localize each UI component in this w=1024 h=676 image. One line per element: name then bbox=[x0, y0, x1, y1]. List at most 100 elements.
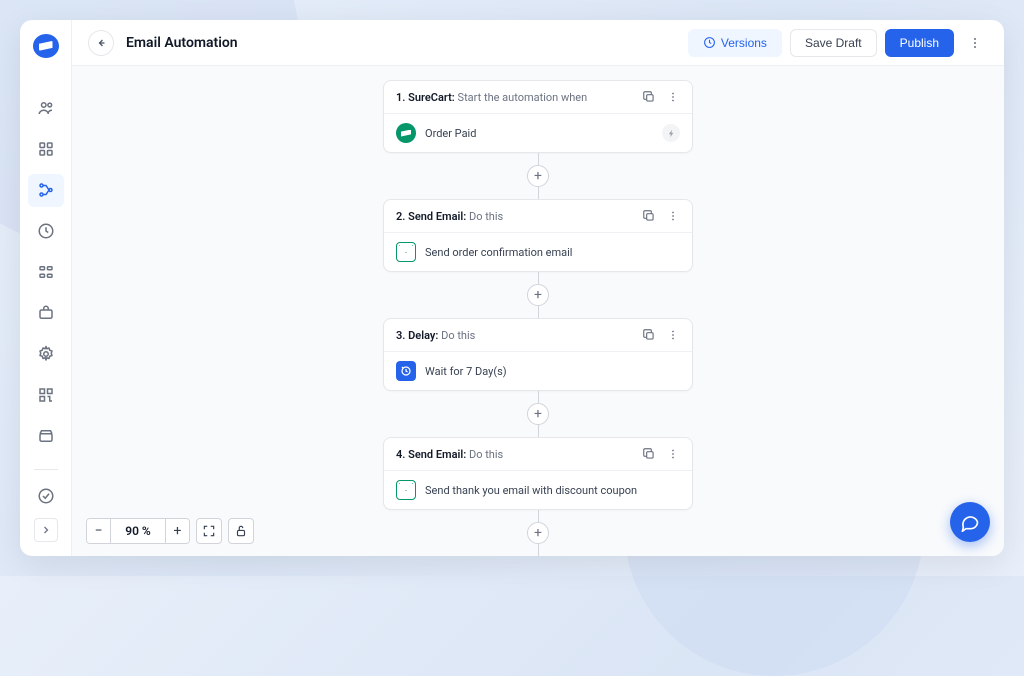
step-menu-button[interactable] bbox=[666, 447, 680, 461]
app-logo[interactable] bbox=[33, 34, 59, 58]
dots-vertical-icon bbox=[666, 447, 680, 461]
publish-label: Publish bbox=[900, 36, 939, 50]
step-description: Send thank you email with discount coupo… bbox=[425, 484, 637, 497]
save-draft-button[interactable]: Save Draft bbox=[790, 29, 877, 57]
briefcase-icon bbox=[37, 304, 55, 322]
nav-history[interactable] bbox=[28, 215, 64, 248]
fit-view-button[interactable] bbox=[196, 518, 222, 544]
connector: + bbox=[527, 510, 549, 556]
chat-help-button[interactable] bbox=[950, 502, 990, 542]
sidebar bbox=[20, 20, 72, 556]
delay-icon bbox=[396, 361, 416, 381]
step-actions bbox=[642, 328, 680, 342]
save-draft-label: Save Draft bbox=[805, 36, 862, 50]
step-actions bbox=[642, 447, 680, 461]
step-title: 1. SureCart: Start the automation when bbox=[396, 91, 587, 104]
clock-icon bbox=[703, 36, 716, 49]
sidebar-separator bbox=[34, 469, 58, 470]
chat-icon bbox=[960, 512, 980, 532]
flow-canvas[interactable]: 1. SureCart: Start the automation when Or… bbox=[72, 66, 1004, 556]
nav-modules[interactable] bbox=[28, 256, 64, 289]
duplicate-step-button[interactable] bbox=[642, 447, 656, 461]
modules-icon bbox=[37, 263, 55, 281]
step-header: 4. Send Email: Do this bbox=[384, 438, 692, 471]
dots-vertical-icon bbox=[666, 328, 680, 342]
step-actions bbox=[642, 209, 680, 223]
step-body[interactable]: Order Paid bbox=[384, 114, 692, 152]
clock-icon bbox=[37, 222, 55, 240]
duplicate-step-button[interactable] bbox=[642, 328, 656, 342]
app-frame: Email Automation Versions Save Draft Pub… bbox=[20, 20, 1004, 556]
add-step-button[interactable]: + bbox=[527, 165, 549, 187]
step-body[interactable]: Send thank you email with discount coupo… bbox=[384, 471, 692, 509]
connector: + bbox=[527, 272, 549, 318]
step-body[interactable]: Wait for 7 Day(s) bbox=[384, 352, 692, 390]
expand-icon bbox=[202, 524, 216, 538]
zoom-in-button[interactable]: + bbox=[165, 519, 189, 543]
step-description: Order Paid bbox=[425, 127, 476, 140]
dots-vertical-icon bbox=[666, 209, 680, 223]
nav-settings[interactable] bbox=[28, 338, 64, 371]
step-title: 3. Delay: Do this bbox=[396, 329, 475, 342]
step-header: 1. SureCart: Start the automation when bbox=[384, 81, 692, 114]
arrow-left-icon bbox=[95, 37, 107, 49]
sidebar-collapse-button[interactable] bbox=[34, 518, 58, 542]
unlock-icon bbox=[234, 524, 248, 538]
step-header: 3. Delay: Do this bbox=[384, 319, 692, 352]
add-step-button[interactable]: + bbox=[527, 403, 549, 425]
connector: + bbox=[527, 391, 549, 437]
dots-vertical-icon bbox=[666, 90, 680, 104]
add-step-button[interactable]: + bbox=[527, 284, 549, 306]
step-menu-button[interactable] bbox=[666, 328, 680, 342]
step-title: 2. Send Email: Do this bbox=[396, 210, 503, 223]
surecart-icon bbox=[396, 123, 416, 143]
versions-label: Versions bbox=[721, 36, 767, 50]
flow-icon bbox=[37, 181, 55, 199]
nav-contacts[interactable] bbox=[28, 92, 64, 125]
copy-icon bbox=[642, 328, 656, 342]
step-actions bbox=[642, 90, 680, 104]
zoom-out-button[interactable]: − bbox=[87, 519, 111, 543]
nav-qr[interactable] bbox=[28, 379, 64, 412]
copy-icon bbox=[642, 447, 656, 461]
email-icon bbox=[396, 480, 416, 500]
step-body[interactable]: Send order confirmation email bbox=[384, 233, 692, 271]
zoom-controls: − 90 % + bbox=[86, 518, 254, 544]
zoom-value: 90 % bbox=[111, 519, 165, 543]
duplicate-step-button[interactable] bbox=[642, 209, 656, 223]
copy-icon bbox=[642, 90, 656, 104]
qr-icon bbox=[37, 386, 55, 404]
nav-cart[interactable] bbox=[28, 297, 64, 330]
trigger-badge bbox=[662, 124, 680, 142]
flow-step[interactable]: 4. Send Email: Do this Send thank you ema… bbox=[383, 437, 693, 510]
step-header: 2. Send Email: Do this bbox=[384, 200, 692, 233]
copy-icon bbox=[642, 209, 656, 223]
check-circle-icon bbox=[37, 487, 55, 505]
main-area: Email Automation Versions Save Draft Pub… bbox=[72, 20, 1004, 556]
duplicate-step-button[interactable] bbox=[642, 90, 656, 104]
nav-apps[interactable] bbox=[28, 133, 64, 166]
bolt-icon bbox=[667, 129, 676, 138]
dots-vertical-icon bbox=[967, 35, 983, 51]
add-step-button[interactable]: + bbox=[527, 522, 549, 544]
lock-view-button[interactable] bbox=[228, 518, 254, 544]
nav-automation[interactable] bbox=[28, 174, 64, 207]
topbar: Email Automation Versions Save Draft Pub… bbox=[72, 20, 1004, 66]
nav-status[interactable] bbox=[28, 478, 64, 514]
gear-icon bbox=[37, 345, 55, 363]
topbar-menu[interactable] bbox=[962, 30, 988, 56]
step-menu-button[interactable] bbox=[666, 90, 680, 104]
nav-archive[interactable] bbox=[28, 420, 64, 453]
chevron-right-icon bbox=[40, 524, 52, 536]
step-title: 4. Send Email: Do this bbox=[396, 448, 503, 461]
page-title: Email Automation bbox=[126, 35, 238, 51]
flow-step[interactable]: 1. SureCart: Start the automation when Or… bbox=[383, 80, 693, 153]
connector: + bbox=[527, 153, 549, 199]
flow-step[interactable]: 3. Delay: Do this Wait for 7 Day(s) bbox=[383, 318, 693, 391]
publish-button[interactable]: Publish bbox=[885, 29, 954, 57]
back-button[interactable] bbox=[88, 30, 114, 56]
versions-button[interactable]: Versions bbox=[688, 29, 782, 57]
flow-step[interactable]: 2. Send Email: Do this Send order confirm… bbox=[383, 199, 693, 272]
flow-root: 1. SureCart: Start the automation when Or… bbox=[383, 80, 693, 556]
step-menu-button[interactable] bbox=[666, 209, 680, 223]
